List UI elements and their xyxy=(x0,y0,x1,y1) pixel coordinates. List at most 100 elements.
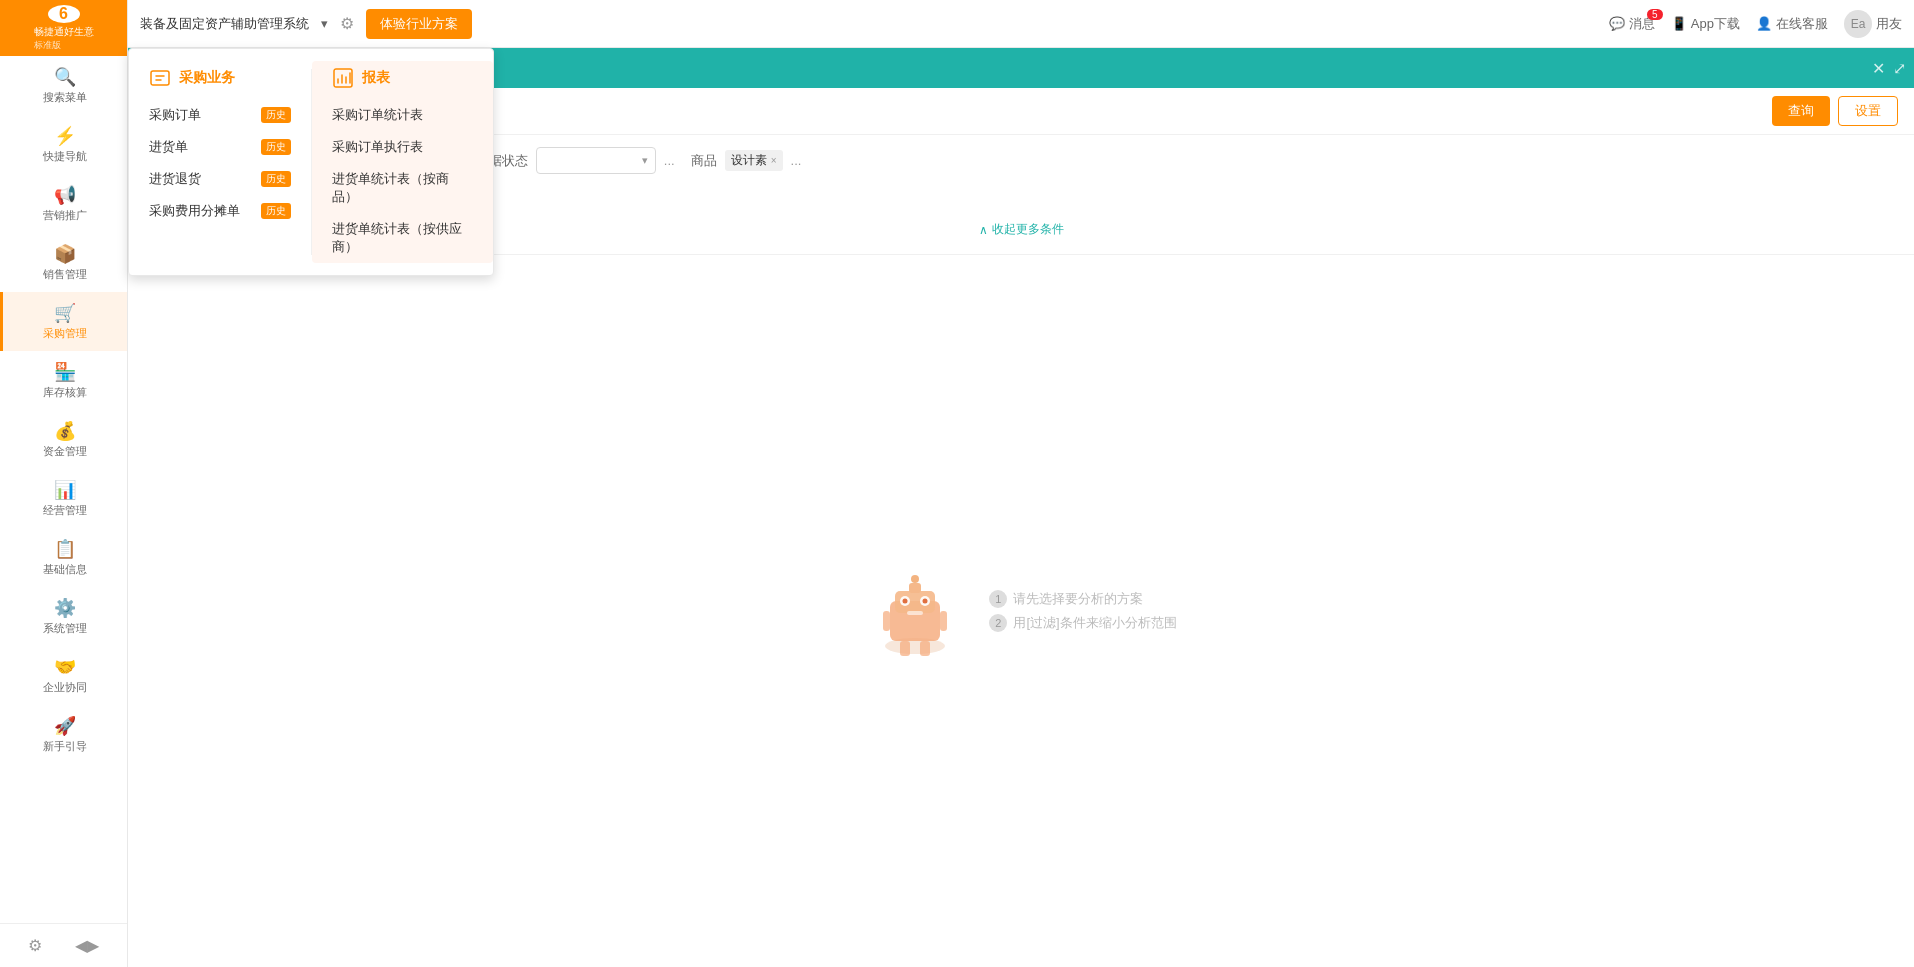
sidebar-bottom: ⚙ ◀▶ xyxy=(0,923,127,967)
title-dropdown-btn[interactable]: ▾ xyxy=(321,16,328,31)
sidebar-item-guide[interactable]: 🚀 新手引导 xyxy=(0,705,127,764)
sidebar-item-label: 搜索菜单 xyxy=(43,90,87,105)
dropdown-item-purchase-order-stat[interactable]: 采购订单统计表 xyxy=(320,99,486,131)
query-button[interactable]: 查询 xyxy=(1772,96,1830,126)
hint-num-2: 2 xyxy=(989,614,1007,632)
sidebar-logo: 6 畅捷通好生意 标准版 xyxy=(0,0,127,56)
dropdown-item-label: 采购订单执行表 xyxy=(332,138,474,156)
sidebar-item-label: 经营管理 xyxy=(43,503,87,518)
doc-status-dots[interactable]: ... xyxy=(664,153,675,168)
tab-expand-icon[interactable]: ⤢ xyxy=(1893,59,1906,78)
dropdown-item-label: 进货单统计表（按供应商） xyxy=(332,220,474,256)
sidebar-collapse-btn[interactable]: ◀▶ xyxy=(75,936,99,955)
service-icon: 👤 xyxy=(1756,16,1772,31)
purchase-col-title: 采购业务 xyxy=(137,61,303,95)
svg-rect-7 xyxy=(907,611,923,615)
logo-icon: 6 xyxy=(48,5,80,23)
report-col-icon xyxy=(332,67,354,89)
history-badge-0: 历史 xyxy=(261,107,291,123)
settings-button[interactable]: 设置 xyxy=(1838,96,1898,126)
industry-btn[interactable]: 体验行业方案 xyxy=(366,9,472,39)
sidebar-item-label: 快捷导航 xyxy=(43,149,87,164)
dropdown-item-return[interactable]: 进货退货 历史 xyxy=(137,163,303,195)
tabbar-right-actions: ✕ ⤢ xyxy=(1872,59,1906,78)
purchase-icon: 🛒 xyxy=(54,302,76,324)
sidebar-item-sales[interactable]: 📦 销售管理 xyxy=(0,233,127,292)
dropdown-item-label: 进货退货 xyxy=(149,170,255,188)
dropdown-item-expense[interactable]: 采购费用分摊单 历史 xyxy=(137,195,303,227)
sidebar-item-purchase[interactable]: 🛒 采购管理 xyxy=(0,292,127,351)
goods-dots[interactable]: ... xyxy=(791,153,802,168)
empty-state: 1 请先选择要分析的方案 2 用[过滤]条件来缩小分析范围 xyxy=(128,255,1914,967)
empty-state-icon xyxy=(865,561,965,661)
svg-rect-8 xyxy=(883,611,890,631)
dropdown-item-purchase-order[interactable]: 采购订单 历史 xyxy=(137,99,303,131)
doc-status-select[interactable] xyxy=(536,147,656,174)
mobile-icon: 📱 xyxy=(1671,16,1687,31)
sidebar-settings-btn[interactable]: ⚙ xyxy=(28,936,42,955)
sidebar-item-finance[interactable]: 💰 资金管理 xyxy=(0,410,127,469)
dropdown-item-inbound[interactable]: 进货单 历史 xyxy=(137,131,303,163)
goods-tag-close-btn[interactable]: × xyxy=(771,155,777,166)
dropdown-item-purchase-order-exec[interactable]: 采购订单执行表 xyxy=(320,131,486,163)
sidebar-item-label: 销售管理 xyxy=(43,267,87,282)
toolbar-right: 查询 设置 xyxy=(1772,96,1898,126)
marketing-icon: 📢 xyxy=(54,184,76,206)
chevron-down-icon: ▾ xyxy=(321,16,328,31)
system-icon: ⚙️ xyxy=(54,597,76,619)
dropdown-item-inbound-stat-goods[interactable]: 进货单统计表（按商品） xyxy=(320,163,486,213)
online-service-label: 在线客服 xyxy=(1776,15,1828,33)
svg-point-6 xyxy=(923,599,928,604)
dropdown-item-label: 进货单统计表（按商品） xyxy=(332,170,474,206)
dropdown-item-label: 采购订单统计表 xyxy=(332,106,474,124)
sidebar-item-label: 采购管理 xyxy=(43,326,87,341)
message-icon: 💬 xyxy=(1609,16,1625,31)
history-badge-2: 历史 xyxy=(261,171,291,187)
sidebar-item-search[interactable]: 🔍 搜索菜单 xyxy=(0,56,127,115)
sidebar-item-cooperation[interactable]: 🤝 企业协同 xyxy=(0,646,127,705)
doc-status-select-wrap xyxy=(536,147,656,174)
svg-rect-12 xyxy=(909,583,921,593)
goods-tag: 设计素 × xyxy=(725,150,783,171)
purchase-col: 采购业务 采购订单 历史 进货单 历史 进货退货 历史 采购费用分摊单 历史 xyxy=(129,61,311,263)
chevron-up-icon: ∧ xyxy=(979,223,988,237)
sidebar-item-label: 系统管理 xyxy=(43,621,87,636)
operation-icon: 📊 xyxy=(54,479,76,501)
dropdown-item-label: 进货单 xyxy=(149,138,255,156)
search-menu-icon: 🔍 xyxy=(54,66,76,88)
history-badge-3: 历史 xyxy=(261,203,291,219)
empty-hint: 1 请先选择要分析的方案 2 用[过滤]条件来缩小分析范围 xyxy=(989,590,1176,632)
sidebar-item-label: 基础信息 xyxy=(43,562,87,577)
online-service-btn[interactable]: 👤 在线客服 xyxy=(1756,15,1828,33)
svg-rect-11 xyxy=(920,641,930,656)
sidebar-item-quicknav[interactable]: ⚡ 快捷导航 xyxy=(0,115,127,174)
goods-filter: 商品 设计素 × ... xyxy=(691,150,802,171)
sidebar-item-inventory[interactable]: 🏪 库存核算 xyxy=(0,351,127,410)
empty-hint-text-1: 请先选择要分析的方案 xyxy=(1013,590,1143,608)
goods-tag-text: 设计素 xyxy=(731,152,767,169)
user-label: 用友 xyxy=(1876,15,1902,33)
sidebar-item-base[interactable]: 📋 基础信息 xyxy=(0,528,127,587)
collapse-label: 收起更多条件 xyxy=(992,221,1064,238)
dropdown-item-inbound-stat-supplier[interactable]: 进货单统计表（按供应商） xyxy=(320,213,486,263)
guide-icon: 🚀 xyxy=(54,715,76,737)
logo-text: 畅捷通好生意 标准版 xyxy=(34,25,94,52)
app-download-btn[interactable]: 📱 App下载 xyxy=(1671,15,1740,33)
app-download-label: App下载 xyxy=(1691,15,1740,33)
svg-rect-14 xyxy=(151,71,169,85)
empty-hint-item-1: 1 请先选择要分析的方案 xyxy=(989,590,1176,608)
dropdown-item-label: 采购订单 xyxy=(149,106,255,124)
report-col: 报表 采购订单统计表 采购订单执行表 进货单统计表（按商品） 进货单统计表（按供… xyxy=(312,61,494,263)
sidebar-item-label: 资金管理 xyxy=(43,444,87,459)
sidebar-item-system[interactable]: ⚙️ 系统管理 xyxy=(0,587,127,646)
finance-icon: 💰 xyxy=(54,420,76,442)
collapse-filter-btn[interactable]: ∧ 收起更多条件 xyxy=(979,221,1064,238)
doc-status-filter: 单据状态 ... xyxy=(476,147,675,174)
user-btn[interactable]: Ea 用友 xyxy=(1844,10,1902,38)
sidebar-item-marketing[interactable]: 📢 营销推广 xyxy=(0,174,127,233)
topbar-settings-icon[interactable]: ⚙ xyxy=(340,14,354,33)
sidebar-item-label: 企业协同 xyxy=(43,680,87,695)
tab-close-all-icon[interactable]: ✕ xyxy=(1872,59,1885,78)
message-btn[interactable]: 💬 消息 5 xyxy=(1609,15,1655,33)
sidebar-item-operation[interactable]: 📊 经营管理 xyxy=(0,469,127,528)
